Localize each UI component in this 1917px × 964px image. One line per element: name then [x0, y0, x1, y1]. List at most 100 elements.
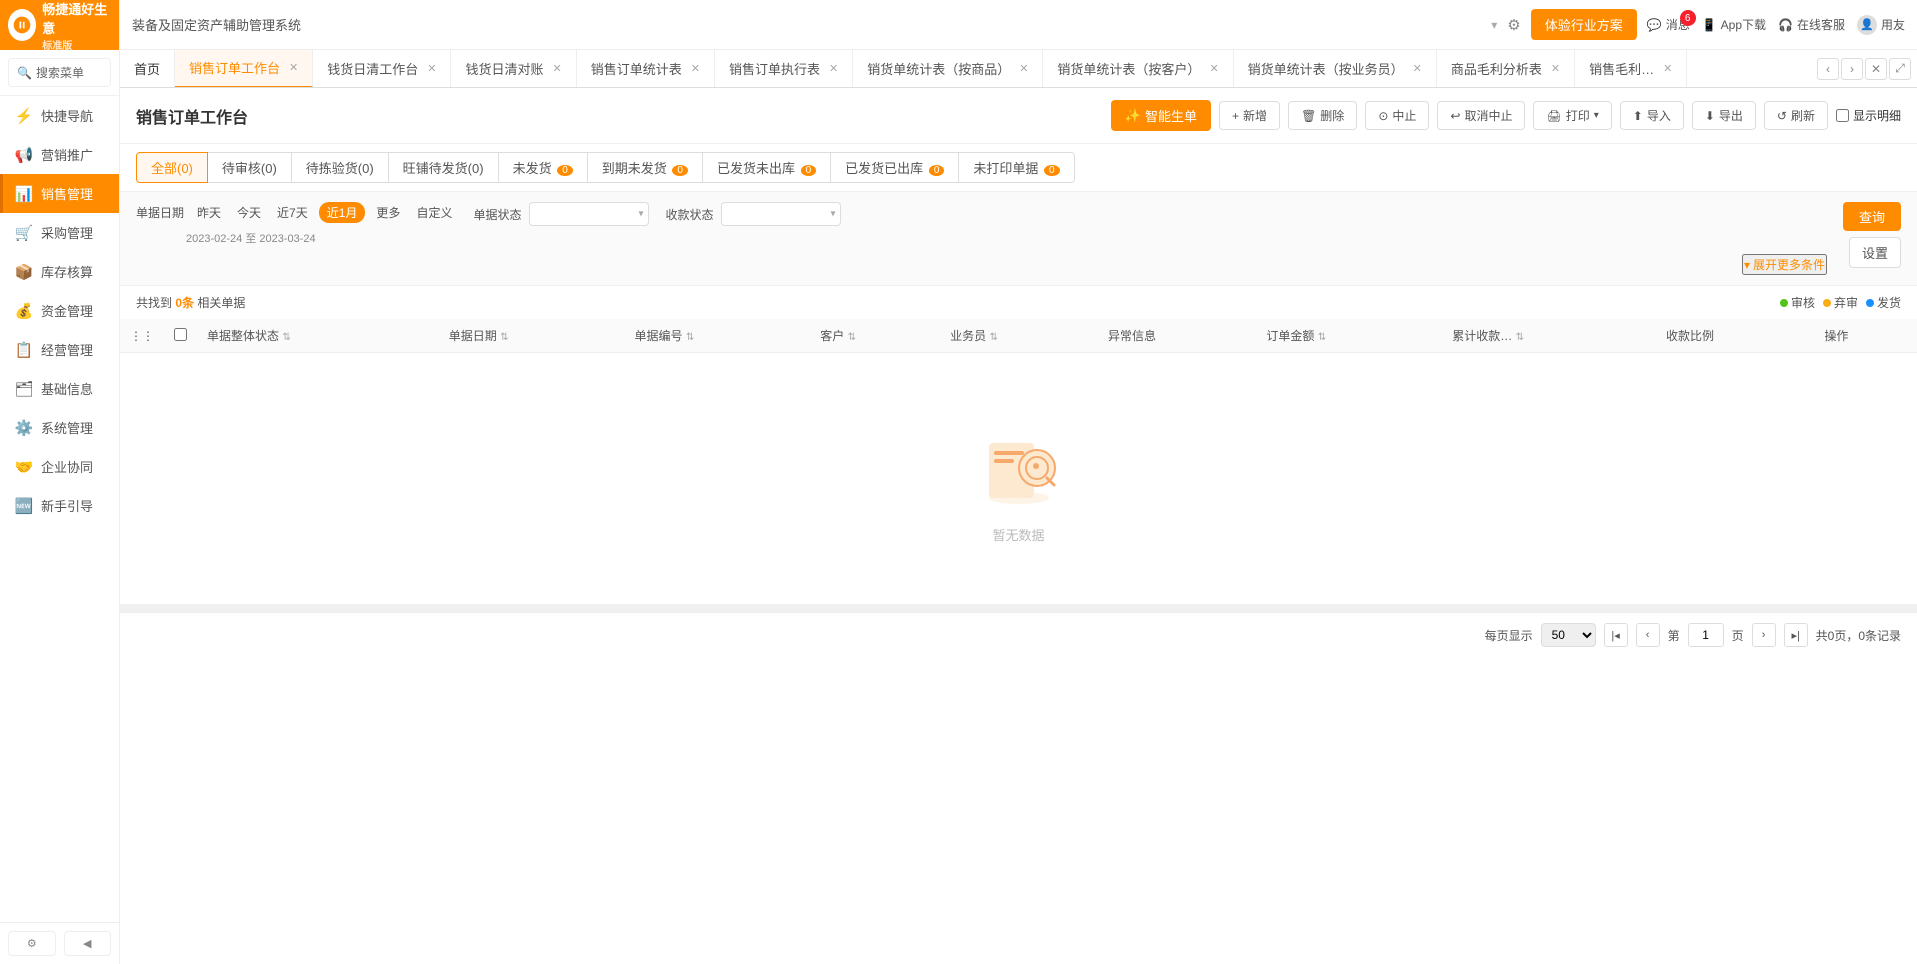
- settings-gear-button[interactable]: ⚙: [8, 931, 56, 956]
- ship-button[interactable]: 发货: [1866, 294, 1901, 311]
- cancel-stop-button[interactable]: ↩ 取消中止: [1437, 101, 1525, 130]
- page-number-input[interactable]: [1688, 623, 1724, 647]
- sidebar-item-system[interactable]: ⚙️ 系统管理: [0, 408, 119, 447]
- tab-sales-order[interactable]: 销售订单工作台 ✕: [175, 50, 313, 88]
- date-link-today[interactable]: 今天: [232, 202, 266, 223]
- unaudit-button[interactable]: 弃审: [1823, 294, 1858, 311]
- col-customer-sort-icon[interactable]: ⇅: [848, 332, 856, 343]
- per-page-select[interactable]: 50 100: [1541, 623, 1596, 647]
- tab-sales-stat-close[interactable]: ✕: [691, 62, 700, 75]
- message-button[interactable]: 💬 消息 6: [1647, 16, 1690, 33]
- show-detail-toggle[interactable]: 显示明细: [1836, 107, 1901, 124]
- add-button[interactable]: + 新增: [1219, 101, 1280, 130]
- sidebar-item-base[interactable]: 🗂 基础信息: [0, 369, 119, 408]
- show-detail-checkbox[interactable]: [1836, 109, 1849, 122]
- sidebar-item-finance[interactable]: 💰 资金管理: [0, 291, 119, 330]
- tab-profit[interactable]: 商品毛利分析表 ✕: [1437, 50, 1575, 88]
- tab-sales-profit[interactable]: 销售毛利… ✕: [1575, 50, 1687, 88]
- tab-expand-button[interactable]: ⤢: [1889, 58, 1911, 80]
- col-date-sort-icon[interactable]: ⇅: [500, 332, 508, 343]
- select-all-checkbox[interactable]: [174, 328, 187, 341]
- tab-sales-product[interactable]: 销货单统计表（按商品） ✕: [853, 50, 1043, 88]
- query-button[interactable]: 查询: [1843, 202, 1901, 231]
- tab-sales-customer-close[interactable]: ✕: [1209, 62, 1218, 75]
- unaudit-label: 弃审: [1834, 294, 1858, 311]
- search-menu-button[interactable]: 🔍 搜索菜单: [8, 58, 111, 87]
- filter-tab-wangpu-ship[interactable]: 旺铺待发货(0): [388, 152, 499, 183]
- system-title: 装备及固定资产辅助管理系统: [132, 15, 1481, 34]
- tab-sales-profit-close[interactable]: ✕: [1663, 62, 1672, 75]
- filter-tab-shipped-not-out[interactable]: 已发货未出库 0: [702, 152, 831, 183]
- sidebar-item-cooperation[interactable]: 🤝 企业协同: [0, 447, 119, 486]
- sidebar-item-operations[interactable]: 📋 经营管理: [0, 330, 119, 369]
- collapse-sidebar-button[interactable]: ◀: [64, 931, 112, 956]
- date-link-yesterday[interactable]: 昨天: [192, 202, 226, 223]
- tab-home[interactable]: 首页: [120, 50, 175, 88]
- tab-sales-customer[interactable]: 销货单统计表（按客户） ✕: [1043, 50, 1233, 88]
- smart-create-label: 智能生单: [1145, 106, 1197, 125]
- col-number: 单据编号 ⇅: [624, 319, 810, 353]
- export-button[interactable]: ⬇ 导出: [1692, 101, 1756, 130]
- col-number-sort-icon[interactable]: ⇅: [686, 332, 694, 343]
- filter-tab-not-shipped-label: 未发货: [513, 161, 552, 176]
- tab-sales-exec-close[interactable]: ✕: [829, 62, 838, 75]
- sidebar-item-inventory[interactable]: 📦 库存核算: [0, 252, 119, 291]
- filter-tab-not-printed[interactable]: 未打印单据 0: [958, 152, 1074, 183]
- tab-daily-clear[interactable]: 钱货日清工作台 ✕: [313, 50, 451, 88]
- header-gear-button[interactable]: ⚙: [1507, 16, 1520, 34]
- last-page-button[interactable]: ▸|: [1784, 623, 1808, 647]
- tab-sales-exec[interactable]: 销售订单执行表 ✕: [715, 50, 853, 88]
- col-collected-sort-icon[interactable]: ⇅: [1516, 332, 1524, 343]
- tab-sales-order-close[interactable]: ✕: [289, 61, 298, 74]
- sidebar-item-guide[interactable]: 🆕 新手引导: [0, 486, 119, 525]
- tab-close-all-button[interactable]: ✕: [1865, 58, 1887, 80]
- tab-daily-clear-close[interactable]: ✕: [427, 62, 436, 75]
- date-link-more[interactable]: 更多: [371, 202, 405, 223]
- add-label: 新增: [1243, 107, 1267, 124]
- date-link-7days[interactable]: 近7天: [272, 202, 313, 223]
- col-staff-sort-icon[interactable]: ⇅: [990, 332, 998, 343]
- sidebar-item-purchase[interactable]: 🛒 采购管理: [0, 213, 119, 252]
- sidebar-item-quick-nav[interactable]: ⚡ 快捷导航: [0, 96, 119, 135]
- stop-button[interactable]: ⊙ 中止: [1365, 101, 1429, 130]
- horizontal-scrollbar[interactable]: [120, 604, 1917, 612]
- tab-next-button[interactable]: ›: [1841, 58, 1863, 80]
- sidebar-item-sales[interactable]: 📊 销售管理: [0, 174, 119, 213]
- filter-tab-not-shipped[interactable]: 未发货 0: [498, 152, 588, 183]
- tab-prev-button[interactable]: ‹: [1817, 58, 1839, 80]
- tab-profit-close[interactable]: ✕: [1551, 62, 1560, 75]
- filter-tab-pending-inspect[interactable]: 待拣验货(0): [291, 152, 389, 183]
- online-support-button[interactable]: 🎧 在线客服: [1778, 16, 1845, 33]
- delete-button[interactable]: 🗑 删除: [1288, 101, 1357, 130]
- date-link-1month[interactable]: 近1月: [319, 202, 366, 223]
- filter-tab-all[interactable]: 全部(0): [136, 152, 208, 183]
- collection-select[interactable]: [721, 202, 841, 226]
- tab-sales-staff[interactable]: 销货单统计表（按业务员） ✕: [1234, 50, 1437, 88]
- refresh-button[interactable]: ↺ 刷新: [1764, 101, 1828, 130]
- user-menu-button[interactable]: 👤 用友: [1857, 15, 1905, 35]
- tab-sales-product-close[interactable]: ✕: [1019, 62, 1028, 75]
- prev-page-button[interactable]: ‹: [1636, 623, 1660, 647]
- app-download-button[interactable]: 📱 App下载: [1702, 16, 1766, 33]
- filter-tab-shipped-out[interactable]: 已发货已出库 0: [830, 152, 959, 183]
- filter-setting-button[interactable]: 设置: [1849, 237, 1901, 268]
- col-amount-sort-icon[interactable]: ⇅: [1318, 332, 1326, 343]
- date-link-custom[interactable]: 自定义: [411, 202, 457, 223]
- tab-sales-staff-close[interactable]: ✕: [1413, 62, 1422, 75]
- industry-solution-button[interactable]: 体验行业方案: [1531, 9, 1637, 40]
- first-page-button[interactable]: |◂: [1604, 623, 1628, 647]
- next-page-button[interactable]: ›: [1752, 623, 1776, 647]
- audit-button[interactable]: 审核: [1780, 294, 1815, 311]
- tab-daily-reconcile-close[interactable]: ✕: [553, 62, 562, 75]
- status-select[interactable]: [529, 202, 649, 226]
- tab-daily-reconcile[interactable]: 钱货日清对账 ✕: [451, 50, 576, 88]
- smart-create-button[interactable]: ✨ 智能生单: [1111, 100, 1211, 131]
- col-status-sort-icon[interactable]: ⇅: [282, 332, 290, 343]
- import-button[interactable]: ⬆ 导入: [1620, 101, 1684, 130]
- sidebar-item-marketing[interactable]: 📢 营销推广: [0, 135, 119, 174]
- print-button[interactable]: 🖨 打印 ▾: [1533, 101, 1611, 130]
- tab-sales-stat[interactable]: 销售订单统计表 ✕: [577, 50, 715, 88]
- expand-filter-button[interactable]: ▾ 展开更多条件: [1742, 254, 1827, 275]
- filter-tab-overdue-ship[interactable]: 到期未发货 0: [587, 152, 703, 183]
- filter-tab-pending-audit[interactable]: 待审核(0): [207, 152, 292, 183]
